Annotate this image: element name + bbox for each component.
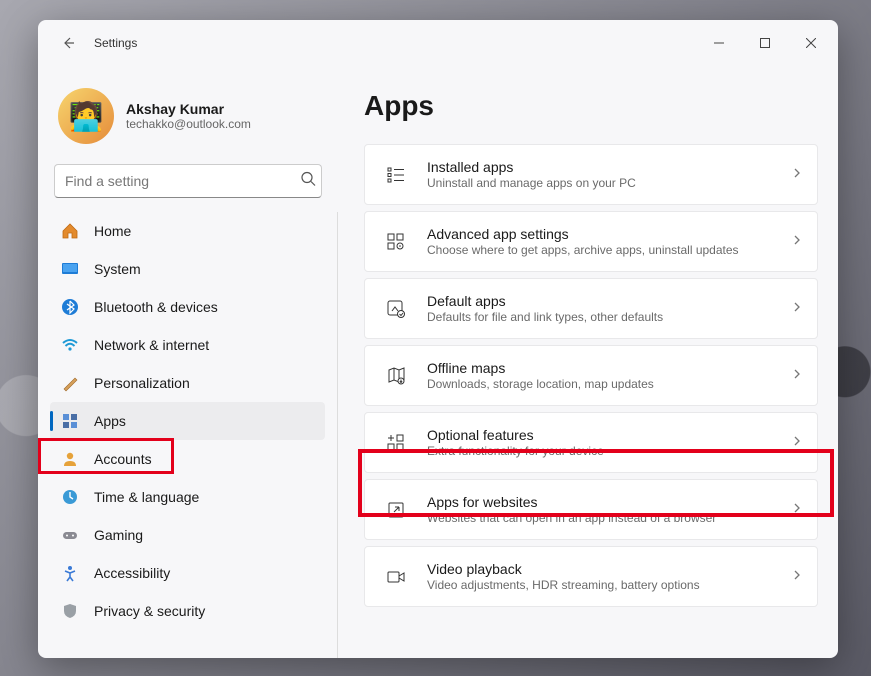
chevron-right-icon	[791, 233, 803, 251]
sidebar: 🧑‍💻 Akshay Kumar techakko@outlook.com Ho…	[38, 66, 338, 658]
sidebar-item-label: Personalization	[94, 375, 190, 391]
video-icon	[381, 562, 411, 592]
chevron-right-icon	[791, 166, 803, 184]
maximize-icon	[760, 38, 770, 48]
card-title: Default apps	[427, 293, 791, 309]
sidebar-item-label: Apps	[94, 413, 126, 429]
titlebar: Settings	[38, 20, 838, 66]
page-title: Apps	[364, 90, 818, 122]
card-advanced-app-settings[interactable]: Advanced app settings Choose where to ge…	[364, 211, 818, 272]
card-video-playback[interactable]: Video playback Video adjustments, HDR st…	[364, 546, 818, 607]
window-title: Settings	[94, 36, 137, 50]
sidebar-item-label: Gaming	[94, 527, 143, 543]
sidebar-item-privacy[interactable]: Privacy & security	[50, 592, 325, 630]
card-subtitle: Defaults for file and link types, other …	[427, 310, 791, 324]
sidebar-item-label: Home	[94, 223, 131, 239]
card-title: Apps for websites	[427, 494, 791, 510]
nav-list: Home System Bluetooth & devices Network …	[50, 212, 338, 658]
card-title: Advanced app settings	[427, 226, 791, 242]
sidebar-item-home[interactable]: Home	[50, 212, 325, 250]
profile-name: Akshay Kumar	[126, 101, 251, 117]
card-subtitle: Downloads, storage location, map updates	[427, 377, 791, 391]
person-icon	[60, 449, 80, 469]
sidebar-item-label: System	[94, 261, 141, 277]
card-offline-maps[interactable]: Offline maps Downloads, storage location…	[364, 345, 818, 406]
sidebar-item-gaming[interactable]: Gaming	[50, 516, 325, 554]
card-default-apps[interactable]: Default apps Defaults for file and link …	[364, 278, 818, 339]
card-optional-features[interactable]: Optional features Extra functionality fo…	[364, 412, 818, 473]
card-title: Offline maps	[427, 360, 791, 376]
avatar: 🧑‍💻	[58, 88, 114, 144]
card-subtitle: Websites that can open in an app instead…	[427, 511, 791, 525]
chevron-right-icon	[791, 434, 803, 452]
card-subtitle: Uninstall and manage apps on your PC	[427, 176, 791, 190]
sidebar-item-time[interactable]: Time & language	[50, 478, 325, 516]
sidebar-item-system[interactable]: System	[50, 250, 325, 288]
main-content: Apps Installed apps Uninstall and manage…	[338, 66, 838, 658]
accessibility-icon	[60, 563, 80, 583]
maximize-button[interactable]	[742, 20, 788, 66]
profile-block[interactable]: 🧑‍💻 Akshay Kumar techakko@outlook.com	[50, 78, 326, 162]
open-external-icon	[381, 495, 411, 525]
sidebar-item-network[interactable]: Network & internet	[50, 326, 325, 364]
arrow-left-icon	[60, 35, 76, 51]
card-subtitle: Video adjustments, HDR streaming, batter…	[427, 578, 791, 592]
card-installed-apps[interactable]: Installed apps Uninstall and manage apps…	[364, 144, 818, 205]
card-subtitle: Extra functionality for your device	[427, 444, 791, 458]
system-icon	[60, 259, 80, 279]
home-icon	[60, 221, 80, 241]
card-title: Installed apps	[427, 159, 791, 175]
chevron-right-icon	[791, 300, 803, 318]
gamepad-icon	[60, 525, 80, 545]
card-apps-for-websites[interactable]: Apps for websites Websites that can open…	[364, 479, 818, 540]
back-button[interactable]	[52, 27, 84, 59]
sidebar-item-accounts[interactable]: Accounts	[50, 440, 325, 478]
optional-features-icon	[381, 428, 411, 458]
apps-icon	[60, 411, 80, 431]
card-title: Optional features	[427, 427, 791, 443]
chevron-right-icon	[791, 501, 803, 519]
shield-icon	[60, 601, 80, 621]
close-icon	[806, 38, 816, 48]
sidebar-item-label: Time & language	[94, 489, 199, 505]
list-icon	[381, 160, 411, 190]
default-apps-icon	[381, 294, 411, 324]
sidebar-item-accessibility[interactable]: Accessibility	[50, 554, 325, 592]
wifi-icon	[60, 335, 80, 355]
card-subtitle: Choose where to get apps, archive apps, …	[427, 243, 791, 257]
minimize-button[interactable]	[696, 20, 742, 66]
card-title: Video playback	[427, 561, 791, 577]
clock-globe-icon	[60, 487, 80, 507]
profile-email: techakko@outlook.com	[126, 117, 251, 131]
sidebar-item-label: Privacy & security	[94, 603, 205, 619]
sidebar-item-label: Accessibility	[94, 565, 170, 581]
search-input[interactable]	[54, 164, 322, 198]
sidebar-item-bluetooth[interactable]: Bluetooth & devices	[50, 288, 325, 326]
sidebar-item-label: Accounts	[94, 451, 152, 467]
chevron-right-icon	[791, 568, 803, 586]
sidebar-item-personalization[interactable]: Personalization	[50, 364, 325, 402]
sidebar-item-label: Bluetooth & devices	[94, 299, 218, 315]
search-icon[interactable]	[300, 171, 316, 192]
apps-gear-icon	[381, 227, 411, 257]
sidebar-item-label: Network & internet	[94, 337, 209, 353]
sidebar-item-apps[interactable]: Apps	[50, 402, 325, 440]
search-wrap	[54, 164, 322, 198]
map-icon	[381, 361, 411, 391]
minimize-icon	[714, 38, 724, 48]
chevron-right-icon	[791, 367, 803, 385]
bluetooth-icon	[60, 297, 80, 317]
card-list: Installed apps Uninstall and manage apps…	[364, 144, 818, 607]
settings-window: Settings 🧑‍💻 Akshay Kumar techakko@outlo…	[38, 20, 838, 658]
close-button[interactable]	[788, 20, 834, 66]
window-controls	[696, 20, 834, 66]
paintbrush-icon	[60, 373, 80, 393]
